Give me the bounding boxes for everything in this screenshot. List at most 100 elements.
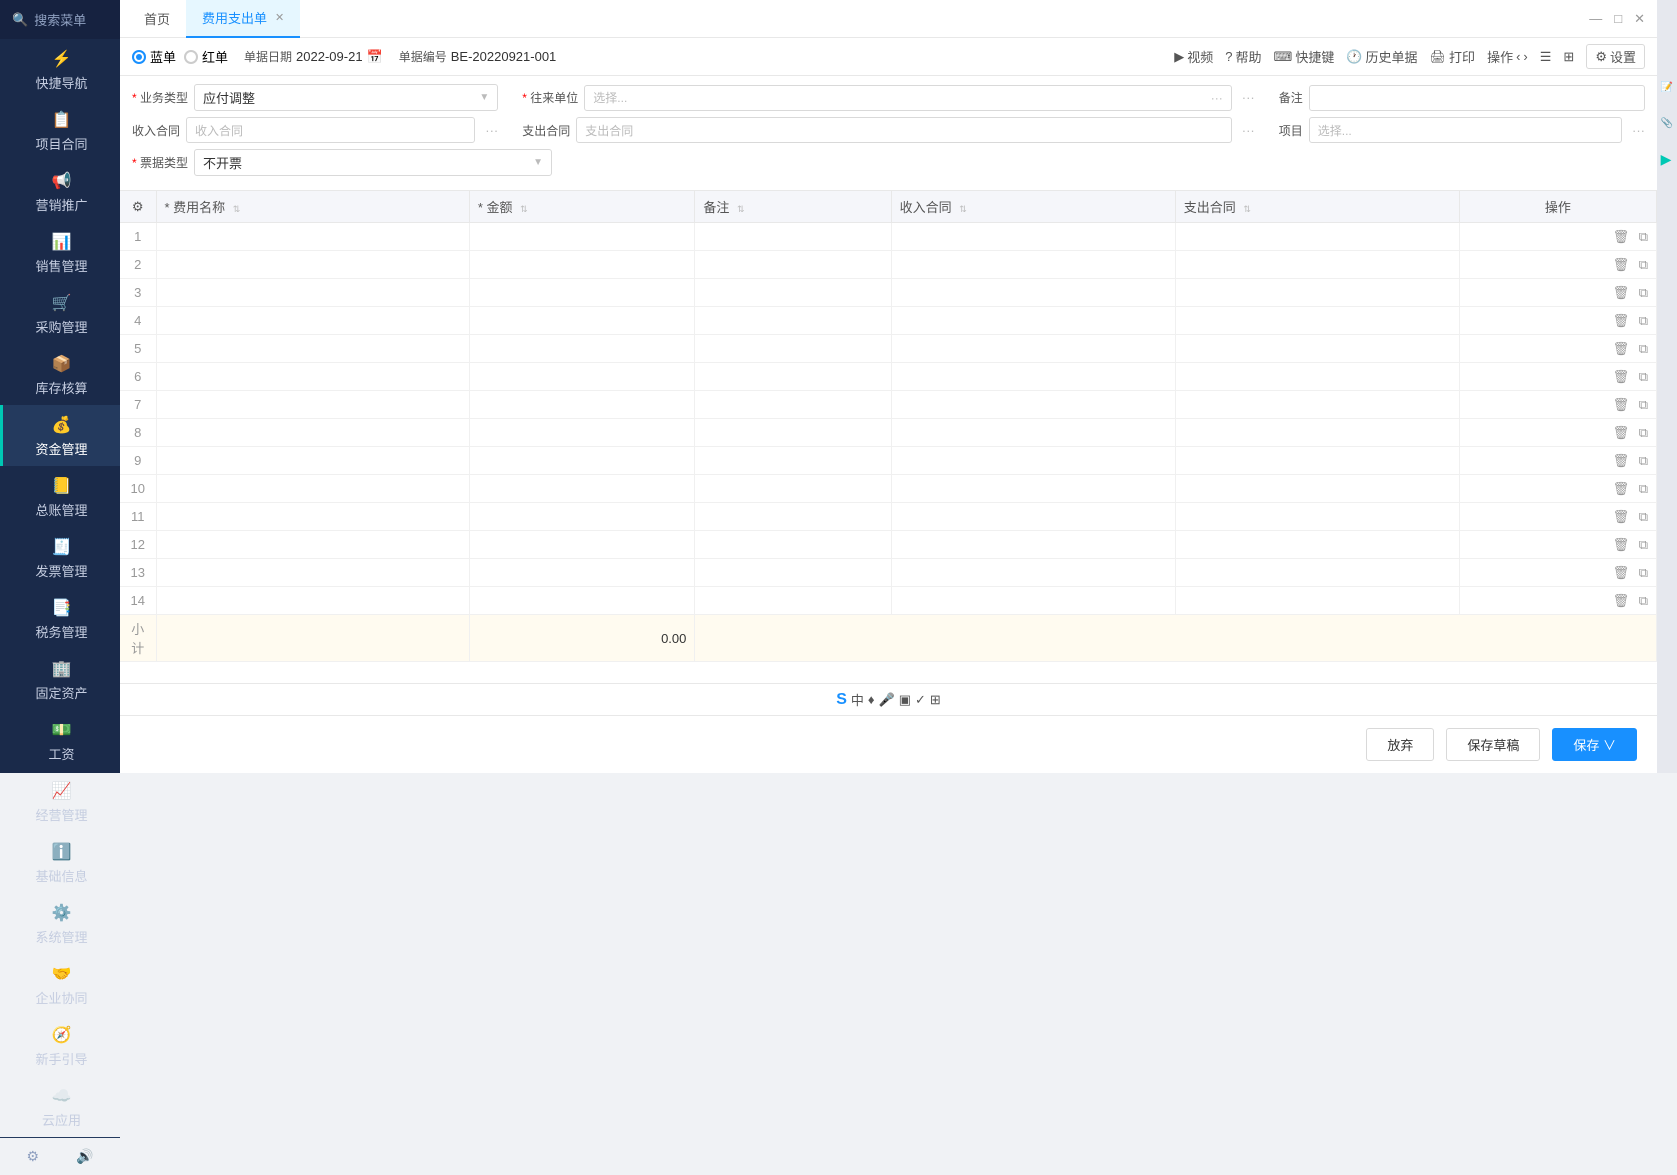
radio-blue[interactable]: 蓝单 (132, 47, 176, 66)
cell-remarks[interactable] (695, 531, 891, 559)
cell-expense-name[interactable] (156, 279, 469, 307)
col-income-contract[interactable]: 收入合同 ⇅ (891, 191, 1175, 223)
business-type-select[interactable]: 应付调整 ▼ (194, 84, 498, 111)
cell-amount[interactable] (469, 363, 695, 391)
copy-icon[interactable]: ⧉ (1639, 257, 1648, 272)
cell-income-contract[interactable] (891, 419, 1175, 447)
cell-expense-contract[interactable] (1175, 419, 1459, 447)
cell-amount[interactable] (469, 307, 695, 335)
cell-income-contract[interactable] (891, 447, 1175, 475)
cell-expense-name[interactable] (156, 223, 469, 251)
cell-expense-contract[interactable] (1175, 503, 1459, 531)
cell-remarks[interactable] (695, 279, 891, 307)
sidebar-item-purchase-mgmt[interactable]: 🛒采购管理 (0, 283, 120, 344)
cell-amount[interactable] (469, 531, 695, 559)
cell-amount[interactable] (469, 419, 695, 447)
cell-remarks[interactable] (695, 559, 891, 587)
delete-icon[interactable]: 🗑 (1613, 453, 1630, 468)
cell-expense-name[interactable] (156, 419, 469, 447)
cell-expense-name[interactable] (156, 559, 469, 587)
tab-expense-sheet[interactable]: 费用支出单 ✕ (186, 0, 300, 38)
col-expense-contract[interactable]: 支出合同 ⇅ (1175, 191, 1459, 223)
sidebar-item-inventory[interactable]: 📦库存核算 (0, 344, 120, 405)
partner-input[interactable]: 选择... (584, 85, 1231, 111)
copy-icon[interactable]: ⧉ (1639, 397, 1648, 412)
project-dots[interactable]: ··· (1632, 123, 1645, 138)
col-amount[interactable]: * 金额 ⇅ (469, 191, 695, 223)
cell-remarks[interactable] (695, 447, 891, 475)
sidebar-item-fund-mgmt[interactable]: 💰资金管理 (0, 405, 120, 466)
cell-expense-name[interactable] (156, 363, 469, 391)
cell-expense-contract[interactable] (1175, 279, 1459, 307)
sidebar-item-salary[interactable]: 💵工资 (0, 710, 120, 771)
cell-expense-contract[interactable] (1175, 531, 1459, 559)
delete-icon[interactable]: 🗑 (1613, 369, 1630, 384)
cell-remarks[interactable] (695, 307, 891, 335)
tab-close-icon[interactable]: ✕ (275, 11, 284, 24)
copy-icon[interactable]: ⧉ (1639, 481, 1648, 496)
delete-icon[interactable]: 🗑 (1613, 537, 1630, 552)
cell-expense-name[interactable] (156, 531, 469, 559)
date-value[interactable]: 2022-09-21 (296, 49, 363, 64)
delete-icon[interactable]: 🗑 (1613, 229, 1630, 244)
cell-expense-name[interactable] (156, 307, 469, 335)
cell-remarks[interactable] (695, 587, 891, 615)
calendar-icon[interactable]: 📅 (367, 49, 383, 65)
cell-amount[interactable] (469, 447, 695, 475)
cell-income-contract[interactable] (891, 223, 1175, 251)
list-view-icon[interactable]: ☰ (1540, 49, 1552, 65)
cell-income-contract[interactable] (891, 559, 1175, 587)
project-input[interactable]: 选择... (1309, 117, 1622, 143)
grid-view-icon[interactable]: ⊞ (1563, 49, 1574, 65)
delete-icon[interactable]: 🗑 (1613, 397, 1630, 412)
shortcut-btn[interactable]: ⌨ 快捷键 (1274, 47, 1335, 66)
sidebar-search[interactable]: 🔍 搜索菜单 (0, 0, 120, 39)
delete-icon[interactable]: 🗑 (1613, 565, 1630, 580)
cell-amount[interactable] (469, 251, 695, 279)
sidebar-item-quick-nav[interactable]: ⚡快捷导航 (0, 39, 120, 100)
remarks-input[interactable] (1309, 85, 1645, 111)
right-panel-green-icon[interactable]: ▶ (1659, 152, 1675, 168)
cell-remarks[interactable] (695, 503, 891, 531)
cell-expense-contract[interactable] (1175, 559, 1459, 587)
audio-bottom-icon[interactable]: 🔊 (76, 1148, 93, 1165)
sidebar-item-enterprise-collab[interactable]: 🤝企业协同 (0, 954, 120, 1015)
copy-icon[interactable]: ⧉ (1639, 509, 1648, 524)
cell-remarks[interactable] (695, 419, 891, 447)
sidebar-item-new-guide[interactable]: 🧭新手引导 (0, 1015, 120, 1076)
delete-icon[interactable]: 🗑 (1613, 509, 1630, 524)
sidebar-item-cloud-apps[interactable]: ☁️云应用 (0, 1076, 120, 1137)
sidebar-item-invoice-mgmt[interactable]: 🧾发票管理 (0, 527, 120, 588)
income-contract-dots[interactable]: ··· (485, 123, 498, 138)
cell-amount[interactable] (469, 223, 695, 251)
delete-icon[interactable]: 🗑 (1613, 313, 1630, 328)
income-contract-input[interactable]: 收入合同 (186, 117, 475, 143)
cell-expense-contract[interactable] (1175, 391, 1459, 419)
operation-btn[interactable]: 操作 ‹ › (1487, 47, 1528, 66)
cell-income-contract[interactable] (891, 307, 1175, 335)
cell-remarks[interactable] (695, 475, 891, 503)
sidebar-item-accounting[interactable]: 📒总账管理 (0, 466, 120, 527)
delete-icon[interactable]: 🗑 (1613, 341, 1630, 356)
cell-amount[interactable] (469, 335, 695, 363)
cell-expense-contract[interactable] (1175, 223, 1459, 251)
cell-expense-contract[interactable] (1175, 251, 1459, 279)
settings-bottom-icon[interactable]: ⚙ (27, 1148, 40, 1165)
cell-amount[interactable] (469, 279, 695, 307)
delete-icon[interactable]: 🗑 (1613, 257, 1630, 272)
sidebar-item-tax-mgmt[interactable]: 📑税务管理 (0, 588, 120, 649)
right-panel-clip-icon[interactable]: 📎 (1662, 116, 1673, 128)
cell-expense-name[interactable] (156, 251, 469, 279)
cell-income-contract[interactable] (891, 475, 1175, 503)
discard-button[interactable]: 放弃 (1366, 728, 1434, 761)
cell-expense-contract[interactable] (1175, 475, 1459, 503)
cell-income-contract[interactable] (891, 335, 1175, 363)
cell-expense-name[interactable] (156, 587, 469, 615)
copy-icon[interactable]: ⧉ (1639, 593, 1648, 608)
close-window-icon[interactable]: ✕ (1630, 9, 1649, 29)
cell-income-contract[interactable] (891, 251, 1175, 279)
cell-income-contract[interactable] (891, 391, 1175, 419)
radio-red[interactable]: 红单 (184, 47, 228, 66)
minimize-icon[interactable]: — (1585, 9, 1606, 28)
history-btn[interactable]: 🕐 历史单据 (1346, 47, 1417, 66)
